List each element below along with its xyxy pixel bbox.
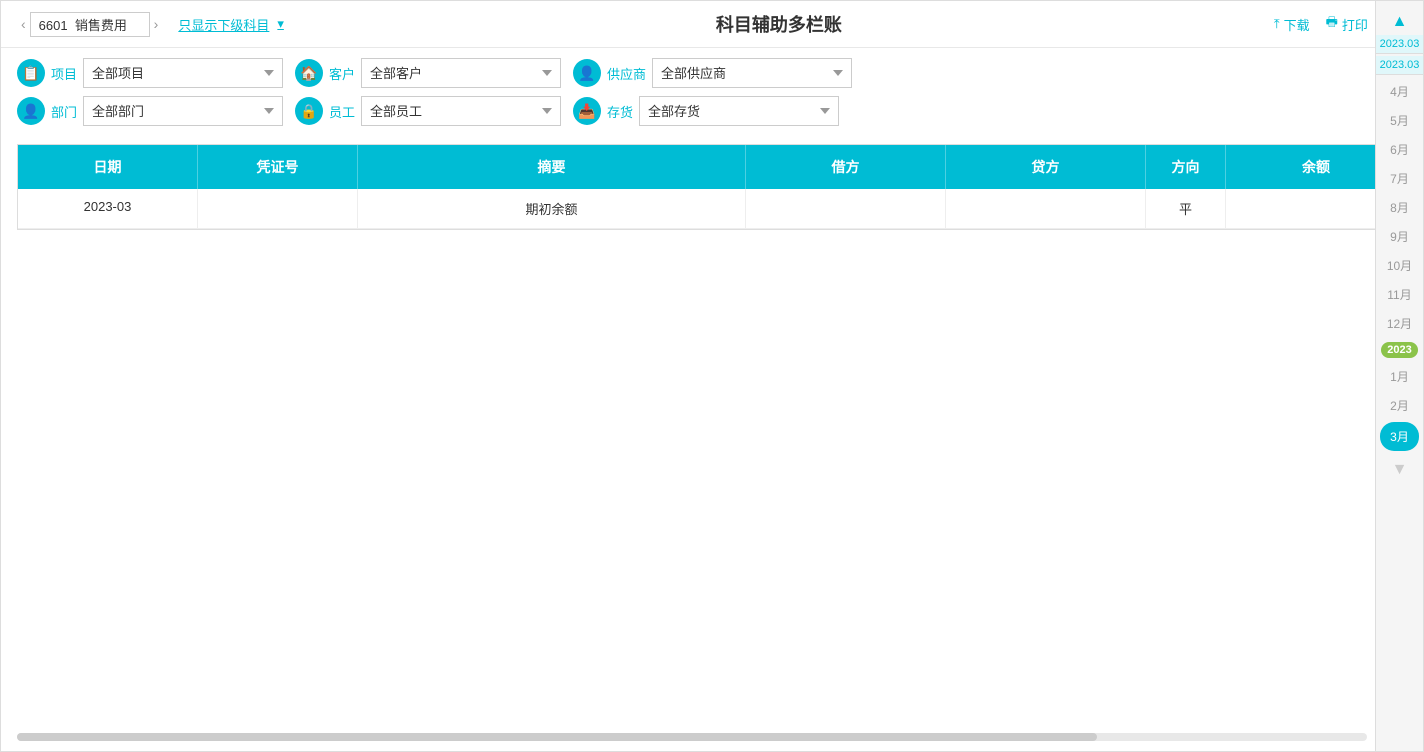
sidebar-month-3[interactable]: 3月 [1380, 422, 1419, 451]
sidebar-month-1[interactable]: 1月 [1376, 362, 1423, 391]
show-sub-label: 只显示下级科目 [178, 15, 269, 34]
dept-select[interactable]: 全部部门 [83, 96, 283, 126]
cell-summary: 期初余额 [358, 189, 746, 228]
project-select[interactable]: 全部项目 [83, 58, 283, 88]
right-sidebar: ▲ 2023.03 2023.03 4月 5月 6月 7月 8月 9月 10月 … [1375, 1, 1423, 752]
col-summary: 摘要 [358, 145, 746, 189]
print-label: 打印 [1342, 15, 1368, 34]
scrollbar-track[interactable] [17, 733, 1367, 741]
employee-select[interactable]: 全部员工 [361, 96, 561, 126]
print-icon: 🖶 [1326, 13, 1338, 35]
cell-debit [746, 189, 946, 228]
col-credit: 贷方 [946, 145, 1146, 189]
sidebar-month-12[interactable]: 12月 [1376, 309, 1423, 338]
supplier-select[interactable]: 全部供应商 [652, 58, 852, 88]
table-body: 2023-03 期初余额 平 [18, 189, 1406, 229]
project-label: 项目 [51, 64, 77, 83]
supplier-icon: 👤 [573, 59, 601, 87]
filter-bar: 📋 项目 全部项目 🏠 客户 全部客户 👤 供应商 全部供应商 [1, 48, 1423, 144]
cell-date: 2023-03 [18, 189, 198, 228]
dept-icon: 👤 [17, 97, 45, 125]
sidebar-month-5[interactable]: 5月 [1376, 106, 1423, 135]
sidebar-month-11[interactable]: 11月 [1376, 280, 1423, 309]
download-button[interactable]: ⤒ 下载 [1274, 15, 1310, 34]
year-badge: 2023 [1381, 342, 1417, 358]
cell-credit [946, 189, 1146, 228]
inventory-icon: 📥 [573, 97, 601, 125]
filter-dept: 👤 部门 全部部门 [17, 96, 283, 126]
sidebar-down-arrow[interactable]: ▼ [1392, 457, 1408, 483]
filter-row-2: 👤 部门 全部部门 🔒 员工 全部员工 📥 存货 全部存货 [17, 96, 1407, 126]
header: ‹ › 只显示下级科目 ▾ 科目辅助多栏账 ⤒ 下载 🖶 打印 ✕ [1, 1, 1423, 48]
main-window: ‹ › 只显示下级科目 ▾ 科目辅助多栏账 ⤒ 下载 🖶 打印 ✕ 📋 [0, 0, 1424, 752]
col-date: 日期 [18, 145, 198, 189]
next-arrow[interactable]: › [150, 14, 163, 34]
dept-label: 部门 [51, 102, 77, 121]
employee-label: 员工 [329, 102, 355, 121]
filter-supplier: 👤 供应商 全部供应商 [573, 58, 852, 88]
sidebar-month-2023-03-dup[interactable]: 2023.03 [1376, 56, 1423, 75]
sidebar-month-8[interactable]: 8月 [1376, 193, 1423, 222]
account-code-input[interactable] [30, 12, 150, 37]
table-row: 2023-03 期初余额 平 [18, 189, 1406, 229]
sidebar-up-arrow[interactable]: ▲ [1392, 9, 1408, 35]
col-voucher: 凭证号 [198, 145, 358, 189]
project-icon: 📋 [17, 59, 45, 87]
filter-project: 📋 项目 全部项目 [17, 58, 283, 88]
inventory-select[interactable]: 全部存货 [639, 96, 839, 126]
inventory-label: 存货 [607, 102, 633, 121]
download-label: 下载 [1284, 15, 1310, 34]
col-debit: 借方 [746, 145, 946, 189]
sidebar-month-4[interactable]: 4月 [1376, 77, 1423, 106]
main-table: 日期 凭证号 摘要 借方 贷方 方向 余额 2023-03 期初余额 平 [17, 144, 1407, 230]
sidebar-month-10[interactable]: 10月 [1376, 251, 1423, 280]
table-header: 日期 凭证号 摘要 借方 贷方 方向 余额 [18, 145, 1406, 189]
cell-direction: 平 [1146, 189, 1226, 228]
customer-icon: 🏠 [295, 59, 323, 87]
scrollbar-thumb[interactable] [17, 733, 1097, 741]
filter-row-1: 📋 项目 全部项目 🏠 客户 全部客户 👤 供应商 全部供应商 [17, 58, 1407, 88]
sidebar-month-2023-03-top[interactable]: 2023.03 [1376, 35, 1423, 54]
cell-voucher [198, 189, 358, 228]
employee-icon: 🔒 [295, 97, 323, 125]
print-button[interactable]: 🖶 打印 [1326, 13, 1368, 35]
sidebar-month-9[interactable]: 9月 [1376, 222, 1423, 251]
download-icon: ⤒ [1274, 16, 1280, 32]
account-code-section [30, 12, 150, 37]
show-sub-toggle[interactable]: 只显示下级科目 ▾ [178, 15, 284, 34]
sidebar-month-2[interactable]: 2月 [1376, 391, 1423, 420]
supplier-label: 供应商 [607, 64, 646, 83]
customer-select[interactable]: 全部客户 [361, 58, 561, 88]
page-title: 科目辅助多栏账 [284, 11, 1274, 37]
filter-employee: 🔒 员工 全部员工 [295, 96, 561, 126]
col-direction: 方向 [1146, 145, 1226, 189]
scrollbar-container [17, 731, 1367, 743]
sidebar-month-6[interactable]: 6月 [1376, 135, 1423, 164]
filter-inventory: 📥 存货 全部存货 [573, 96, 839, 126]
customer-label: 客户 [329, 64, 355, 83]
prev-arrow[interactable]: ‹ [17, 14, 30, 34]
filter-customer: 🏠 客户 全部客户 [295, 58, 561, 88]
sidebar-month-7[interactable]: 7月 [1376, 164, 1423, 193]
